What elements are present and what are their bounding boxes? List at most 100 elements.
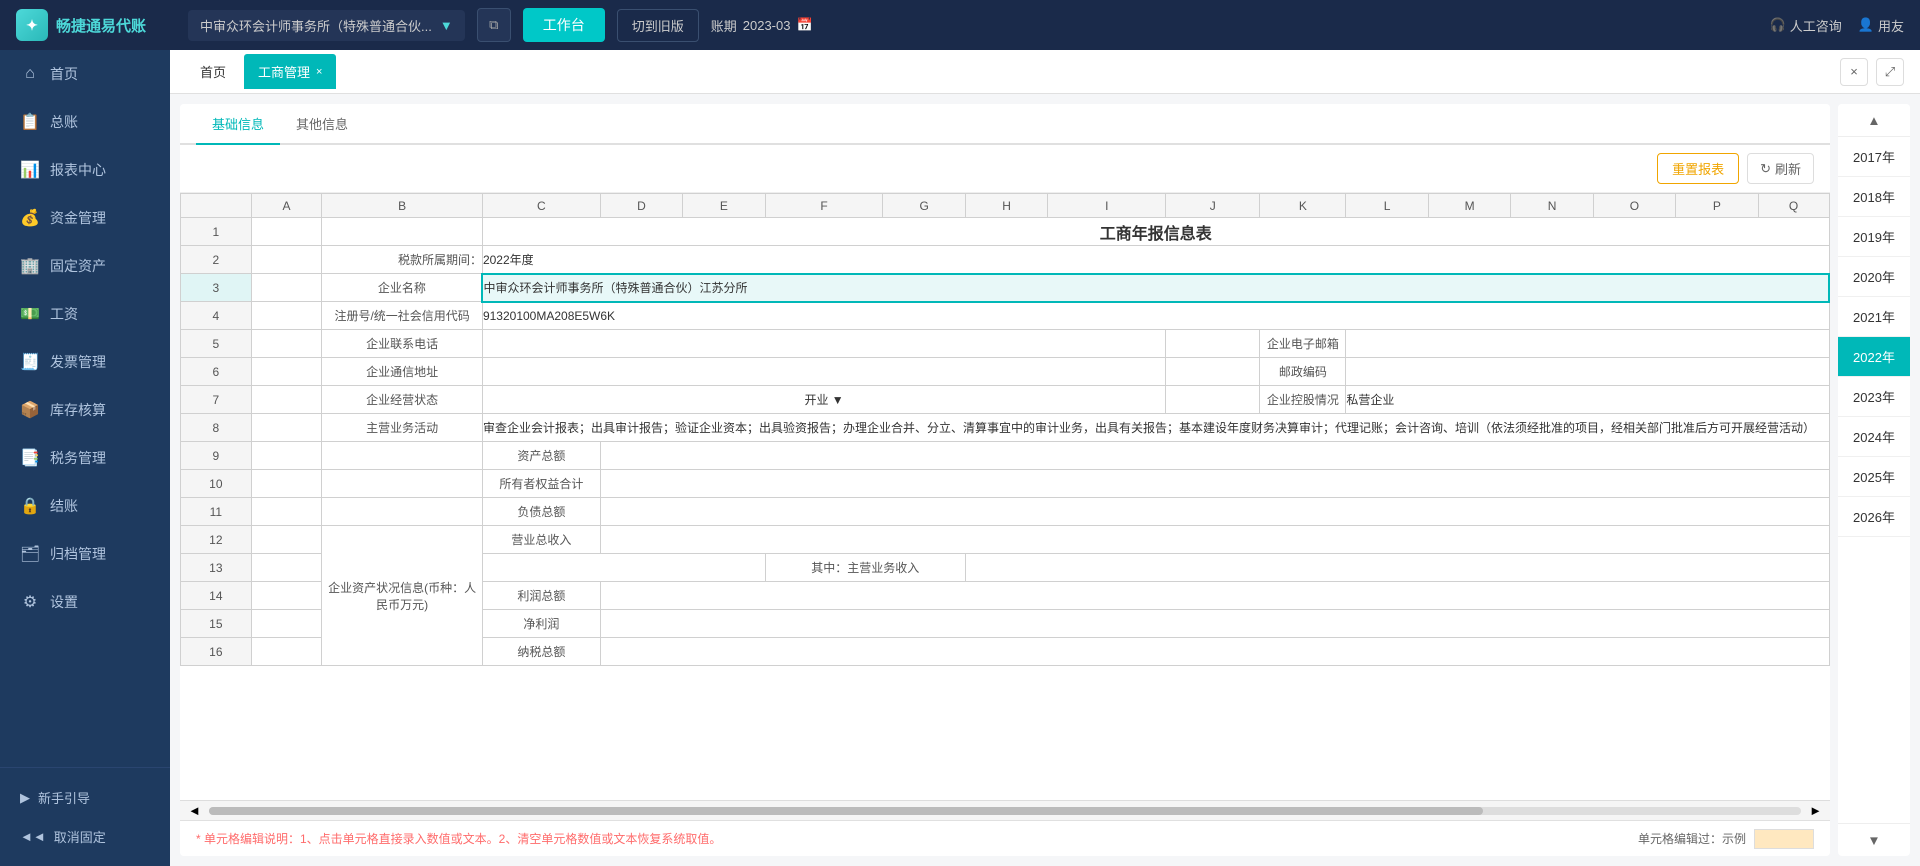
sidebar-item-ledger[interactable]: 📋 总账 bbox=[0, 98, 170, 146]
cell-5-email[interactable] bbox=[1346, 330, 1829, 358]
cell-9a[interactable] bbox=[251, 442, 322, 470]
workbench-button[interactable]: 工作台 bbox=[523, 8, 605, 42]
cell-3-company[interactable]: 中审众环会计师事务所（特殊普通合伙）江苏分所 bbox=[482, 274, 1829, 302]
tab-active[interactable]: 工商管理 × bbox=[244, 54, 336, 89]
cell-10-val[interactable] bbox=[600, 470, 1829, 498]
cell-13f[interactable]: 其中：主营业务收入 bbox=[765, 554, 965, 582]
close-window-button[interactable]: × bbox=[1840, 58, 1868, 86]
user-button[interactable]: 👤 用友 bbox=[1858, 16, 1904, 35]
cell-8-business[interactable]: 审查企业会计报表；出具审计报告；验证企业资本；出具验资报告；办理企业合并、分立、… bbox=[482, 414, 1829, 442]
cell-7-status[interactable]: 开业 ▼ bbox=[482, 386, 1165, 414]
cell-3b[interactable]: 企业名称 bbox=[322, 274, 483, 302]
spreadsheet-wrapper[interactable]: A B C D E F G H I J K L bbox=[180, 193, 1830, 800]
horizontal-scrollbar[interactable]: ◄ ► bbox=[180, 800, 1830, 820]
cell-11-val[interactable] bbox=[600, 498, 1829, 526]
cell-6a[interactable] bbox=[251, 358, 322, 386]
cell-4-reg[interactable]: 91320100MA208E5W6K bbox=[482, 302, 1829, 330]
cell-11a[interactable] bbox=[251, 498, 322, 526]
cell-14-val[interactable] bbox=[600, 582, 1829, 610]
cell-15-val[interactable] bbox=[600, 610, 1829, 638]
cell-5a[interactable] bbox=[251, 330, 322, 358]
scroll-track[interactable] bbox=[209, 807, 1801, 815]
sidebar-item-salary[interactable]: 💵 工资 bbox=[0, 290, 170, 338]
cell-5b[interactable]: 企业联系电话 bbox=[322, 330, 483, 358]
sidebar-item-inventory[interactable]: 📦 库存核算 bbox=[0, 386, 170, 434]
refresh-button[interactable]: ↻ 刷新 bbox=[1747, 153, 1814, 184]
cell-9-val[interactable] bbox=[600, 442, 1829, 470]
sidebar-newbie[interactable]: ▶ 新手引导 bbox=[0, 778, 170, 817]
cell-6i[interactable] bbox=[1166, 358, 1260, 386]
cell-1a[interactable] bbox=[251, 218, 322, 246]
year-item-2025[interactable]: 2025年 bbox=[1838, 457, 1910, 497]
year-up-button[interactable]: ▲ bbox=[1838, 104, 1910, 136]
cell-15a[interactable] bbox=[251, 610, 322, 638]
cell-14a[interactable] bbox=[251, 582, 322, 610]
cell-7-holding[interactable]: 私营企业 bbox=[1346, 386, 1829, 414]
cell-7a[interactable] bbox=[251, 386, 322, 414]
copy-button[interactable]: ⧉ bbox=[477, 8, 511, 42]
cell-7b[interactable]: 企业经营状态 bbox=[322, 386, 483, 414]
cell-13-val[interactable] bbox=[965, 554, 1829, 582]
cell-13c[interactable] bbox=[482, 554, 765, 582]
cell-6-addr[interactable] bbox=[482, 358, 1165, 386]
sidebar-item-report[interactable]: 📊 报表中心 bbox=[0, 146, 170, 194]
reset-report-button[interactable]: 重置报表 bbox=[1657, 153, 1739, 184]
sidebar-item-asset[interactable]: 🏢 固定资产 bbox=[0, 242, 170, 290]
year-item-2019[interactable]: 2019年 bbox=[1838, 217, 1910, 257]
cell-2a[interactable] bbox=[251, 246, 322, 274]
year-item-2017[interactable]: 2017年 bbox=[1838, 137, 1910, 177]
sub-tab-other[interactable]: 其他信息 bbox=[280, 104, 364, 145]
service-button[interactable]: 🎧 人工咨询 bbox=[1770, 16, 1842, 35]
sidebar-unpin[interactable]: ◄◄ 取消固定 bbox=[0, 817, 170, 856]
year-item-2018[interactable]: 2018年 bbox=[1838, 177, 1910, 217]
cell-9b[interactable] bbox=[322, 442, 483, 470]
cell-4b[interactable]: 注册号/统一社会信用代码 bbox=[322, 302, 483, 330]
scroll-right-button[interactable]: ► bbox=[1809, 803, 1822, 818]
cell-11b[interactable] bbox=[322, 498, 483, 526]
cell-5-phone[interactable] bbox=[482, 330, 1165, 358]
cell-5i[interactable] bbox=[1166, 330, 1260, 358]
cell-6-zip[interactable] bbox=[1346, 358, 1829, 386]
cell-2b[interactable]: 税款所属期间： bbox=[322, 246, 483, 274]
expand-window-button[interactable]: ⤢ bbox=[1876, 58, 1904, 86]
company-selector[interactable]: 中审众环会计师事务所（特殊普通合伙... ▼ bbox=[188, 10, 465, 41]
sidebar-item-fund[interactable]: 💰 资金管理 bbox=[0, 194, 170, 242]
cell-8b[interactable]: 主营业务活动 bbox=[322, 414, 483, 442]
cell-10c[interactable]: 所有者权益合计 bbox=[482, 470, 600, 498]
scroll-left-button[interactable]: ◄ bbox=[188, 803, 201, 818]
sidebar-item-tax[interactable]: 📑 税务管理 bbox=[0, 434, 170, 482]
cell-5-email-label[interactable]: 企业电子邮箱 bbox=[1260, 330, 1346, 358]
cell-12-val[interactable] bbox=[600, 526, 1829, 554]
old-version-button[interactable]: 切到旧版 bbox=[617, 9, 699, 42]
cell-7i[interactable] bbox=[1166, 386, 1260, 414]
cell-10a[interactable] bbox=[251, 470, 322, 498]
year-down-button[interactable]: ▼ bbox=[1838, 824, 1910, 856]
sidebar-item-archive[interactable]: 🗂 归档管理 bbox=[0, 530, 170, 578]
cell-6-zip-label[interactable]: 邮政编码 bbox=[1260, 358, 1346, 386]
cell-11c[interactable]: 负债总额 bbox=[482, 498, 600, 526]
sidebar-item-settings[interactable]: ⚙ 设置 bbox=[0, 578, 170, 626]
cell-7-holding-label[interactable]: 企业控股情况 bbox=[1260, 386, 1346, 414]
sidebar-item-home[interactable]: ⌂ 首页 bbox=[0, 50, 170, 98]
year-item-2023[interactable]: 2023年 bbox=[1838, 377, 1910, 417]
calendar-icon[interactable]: 📅 bbox=[796, 17, 812, 33]
cell-6b[interactable]: 企业通信地址 bbox=[322, 358, 483, 386]
cell-4a[interactable] bbox=[251, 302, 322, 330]
tab-home[interactable]: 首页 bbox=[186, 54, 240, 89]
cell-14c[interactable]: 利润总额 bbox=[482, 582, 600, 610]
cell-8a[interactable] bbox=[251, 414, 322, 442]
cell-2-period[interactable]: 2022年度 bbox=[482, 246, 1829, 274]
sidebar-item-invoice[interactable]: 🧾 发票管理 bbox=[0, 338, 170, 386]
year-item-2022[interactable]: 2022年 bbox=[1838, 337, 1910, 377]
cell-16a[interactable] bbox=[251, 638, 322, 666]
year-item-2020[interactable]: 2020年 bbox=[1838, 257, 1910, 297]
year-item-2026[interactable]: 2026年 bbox=[1838, 497, 1910, 537]
cell-16-val[interactable] bbox=[600, 638, 1829, 666]
year-item-2021[interactable]: 2021年 bbox=[1838, 297, 1910, 337]
tab-close-button[interactable]: × bbox=[316, 66, 322, 78]
cell-15c[interactable]: 净利润 bbox=[482, 610, 600, 638]
sub-tab-basic[interactable]: 基础信息 bbox=[196, 104, 280, 145]
cell-16c[interactable]: 纳税总额 bbox=[482, 638, 600, 666]
year-item-2024[interactable]: 2024年 bbox=[1838, 417, 1910, 457]
cell-13a[interactable] bbox=[251, 554, 322, 582]
